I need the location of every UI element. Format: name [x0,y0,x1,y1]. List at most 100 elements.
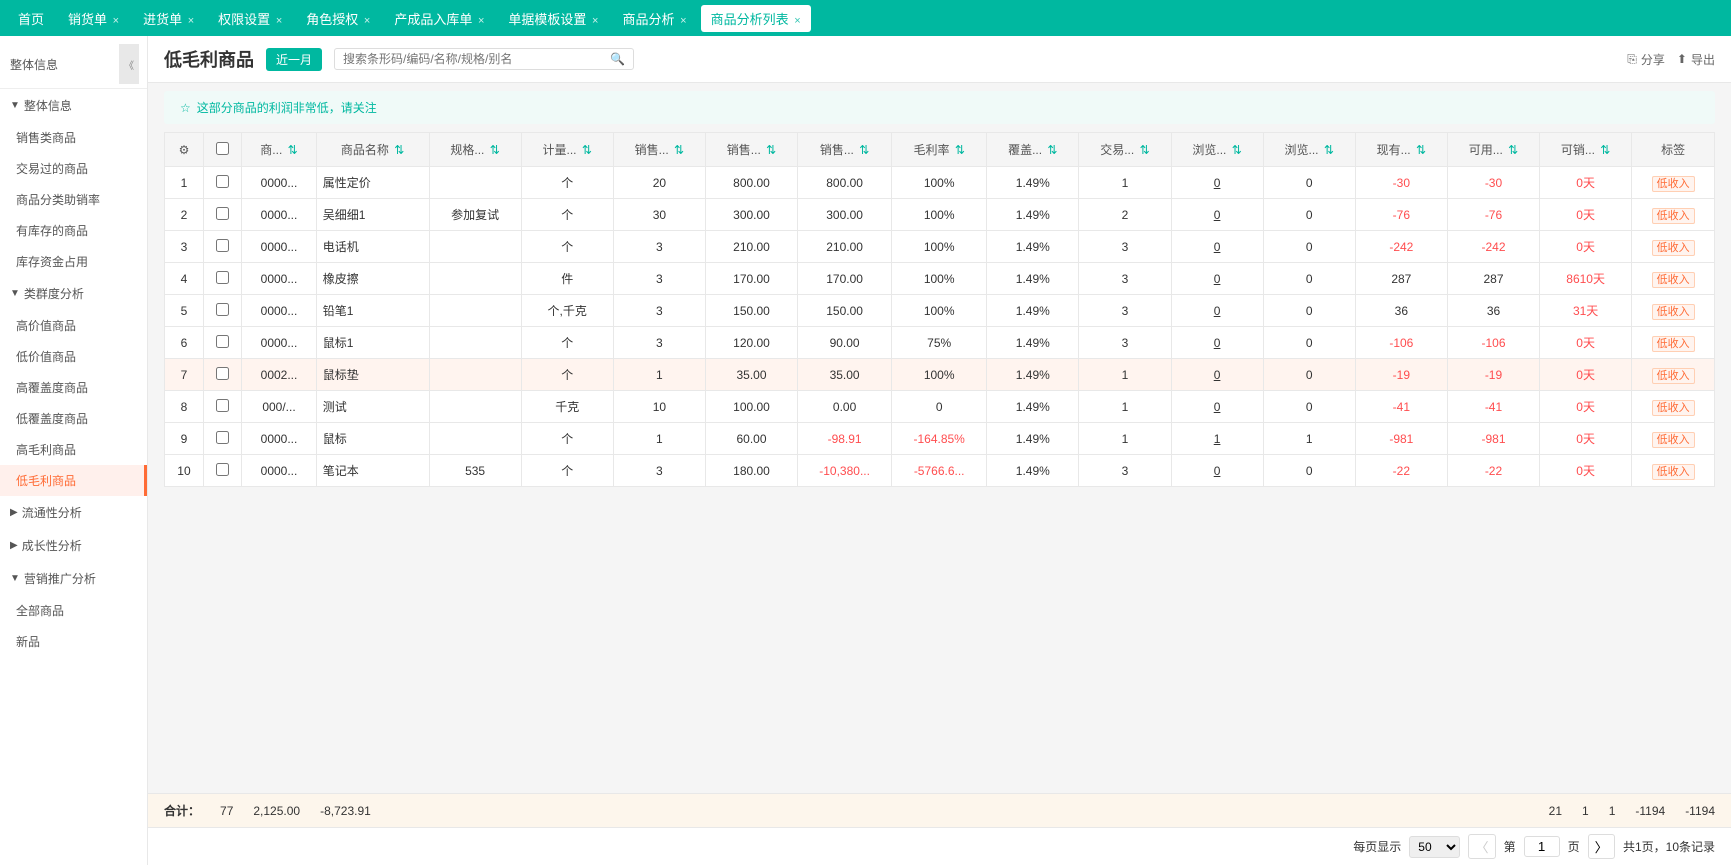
sidebar-item-traded-goods[interactable]: 交易过的商品 [0,153,147,184]
page-input[interactable] [1524,836,1560,857]
col-sellable[interactable]: 可销... ⇅ [1540,133,1632,167]
col-coverage[interactable]: 覆盖... ⇅ [987,133,1079,167]
row-checkbox[interactable] [216,271,229,284]
cell-browse1[interactable]: 0 [1171,199,1263,231]
nav-goods-analysis[interactable]: 商品分析 × [612,5,696,32]
arrow-icon-2: ▼ [10,288,20,299]
row-checkbox[interactable] [216,207,229,220]
cell-checkbox[interactable] [203,327,241,359]
row-checkbox[interactable] [216,239,229,252]
nav-products[interactable]: 产成品入库单 × [384,5,494,32]
sidebar-group-flow[interactable]: ▶ 流通性分析 [0,496,147,529]
col-sale-qty[interactable]: 销售... ⇅ [613,133,705,167]
sidebar-item-high-value[interactable]: 高价值商品 [0,310,147,341]
sidebar-group-overall[interactable]: ▼ 整体信息 [0,89,147,122]
cell-browse1[interactable]: 0 [1171,455,1263,487]
col-name[interactable]: 商品名称 ⇅ [316,133,429,167]
cell-checkbox[interactable] [203,359,241,391]
col-checkbox[interactable] [203,133,241,167]
row-checkbox[interactable] [216,303,229,316]
cell-checkbox[interactable] [203,199,241,231]
nav-purchase[interactable]: 进货单 × [133,5,204,32]
col-sale-price[interactable]: 销售... ⇅ [705,133,797,167]
nav-sales[interactable]: 销货单 × [58,5,129,32]
cell-browse1[interactable]: 0 [1171,231,1263,263]
cell-checkbox[interactable] [203,423,241,455]
nav-goods-analysis-close[interactable]: × [680,15,686,27]
nav-goods-analysis-list-close[interactable]: × [794,15,800,27]
cell-browse1[interactable]: 0 [1171,263,1263,295]
col-browse2[interactable]: 浏览... ⇅ [1263,133,1355,167]
nav-template[interactable]: 单据模板设置 × [498,5,608,32]
nav-roles-close[interactable]: × [364,15,370,27]
nav-sales-close[interactable]: × [113,15,119,27]
cell-sellable: 0天 [1540,359,1632,391]
cell-browse1[interactable]: 0 [1171,295,1263,327]
sidebar-group-growth[interactable]: ▶ 成长性分析 [0,529,147,562]
cell-checkbox[interactable] [203,295,241,327]
row-checkbox[interactable] [216,399,229,412]
prev-page-btn[interactable]: 〈 [1468,834,1495,859]
sidebar-item-low-margin[interactable]: 低毛利商品 [0,465,147,496]
cell-browse1[interactable]: 0 [1171,167,1263,199]
sidebar-item-low-coverage[interactable]: 低覆盖度商品 [0,403,147,434]
export-btn[interactable]: ⬆ 导出 [1677,51,1715,68]
cell-checkbox[interactable] [203,167,241,199]
sidebar-item-capital[interactable]: 库存资金占用 [0,246,147,277]
col-available[interactable]: 可用... ⇅ [1447,133,1539,167]
per-page-select[interactable]: 50 100 200 [1409,836,1460,858]
sidebar-item-all-goods[interactable]: 全部商品 [0,595,147,626]
goods-table: ⚙ 商... ⇅ 商品名称 ⇅ 规格... ⇅ 计量... ⇅ 销售... ⇅ … [164,132,1715,487]
sidebar-item-high-coverage[interactable]: 高覆盖度商品 [0,372,147,403]
col-code[interactable]: 商... ⇅ [242,133,316,167]
select-all-checkbox[interactable] [216,142,229,155]
cell-browse1[interactable]: 0 [1171,359,1263,391]
sidebar-item-high-margin[interactable]: 高毛利商品 [0,434,147,465]
col-sale-amount[interactable]: 销售... ⇅ [798,133,892,167]
row-checkbox[interactable] [216,463,229,476]
cell-checkbox[interactable] [203,455,241,487]
next-page-btn[interactable]: 〉 [1588,834,1615,859]
nav-roles[interactable]: 角色授权 × [296,5,380,32]
nav-products-close[interactable]: × [478,15,484,27]
nav-purchase-close[interactable]: × [188,15,194,27]
cell-name: 铅笔1 [316,295,429,327]
sidebar-item-new-goods[interactable]: 新品 [0,626,147,657]
filter-btn[interactable]: 近一月 [266,48,322,71]
row-checkbox[interactable] [216,175,229,188]
cell-browse1[interactable]: 0 [1171,327,1263,359]
nav-permissions-close[interactable]: × [276,15,282,27]
col-unit[interactable]: 计量... ⇅ [521,133,613,167]
sidebar-item-category-rate[interactable]: 商品分类助销率 [0,184,147,215]
col-current[interactable]: 现有... ⇅ [1355,133,1447,167]
search-input[interactable] [343,52,610,66]
cell-checkbox[interactable] [203,231,241,263]
nav-home[interactable]: 首页 [8,5,54,32]
col-settings[interactable]: ⚙ [165,133,204,167]
share-btn[interactable]: ⎘ 分享 [1627,51,1665,68]
sidebar-item-low-value[interactable]: 低价值商品 [0,341,147,372]
sidebar-item-sales-goods[interactable]: 销售类商品 [0,122,147,153]
col-tag[interactable]: 标签 [1632,133,1715,167]
col-gross-margin[interactable]: 毛利率 ⇅ [892,133,987,167]
nav-permissions[interactable]: 权限设置 × [208,5,292,32]
row-checkbox[interactable] [216,367,229,380]
cell-unit: 个 [521,231,613,263]
sidebar-item-in-stock[interactable]: 有库存的商品 [0,215,147,246]
cell-checkbox[interactable] [203,391,241,423]
cell-name: 电话机 [316,231,429,263]
row-checkbox[interactable] [216,431,229,444]
sidebar-collapse-btn[interactable]: 《 [119,44,139,84]
nav-goods-analysis-list[interactable]: 商品分析列表 × [701,5,811,32]
sidebar-group-cluster[interactable]: ▼ 类群度分析 [0,277,147,310]
row-checkbox[interactable] [216,335,229,348]
nav-template-close[interactable]: × [592,15,598,27]
col-browse1[interactable]: 浏览... ⇅ [1171,133,1263,167]
col-trade[interactable]: 交易... ⇅ [1079,133,1171,167]
cell-checkbox[interactable] [203,263,241,295]
cell-browse1[interactable]: 0 [1171,391,1263,423]
cell-browse1[interactable]: 1 [1171,423,1263,455]
sidebar-group-marketing[interactable]: ▼ 营销推广分析 [0,562,147,595]
col-spec[interactable]: 规格... ⇅ [429,133,521,167]
search-icon[interactable]: 🔍 [610,52,625,66]
